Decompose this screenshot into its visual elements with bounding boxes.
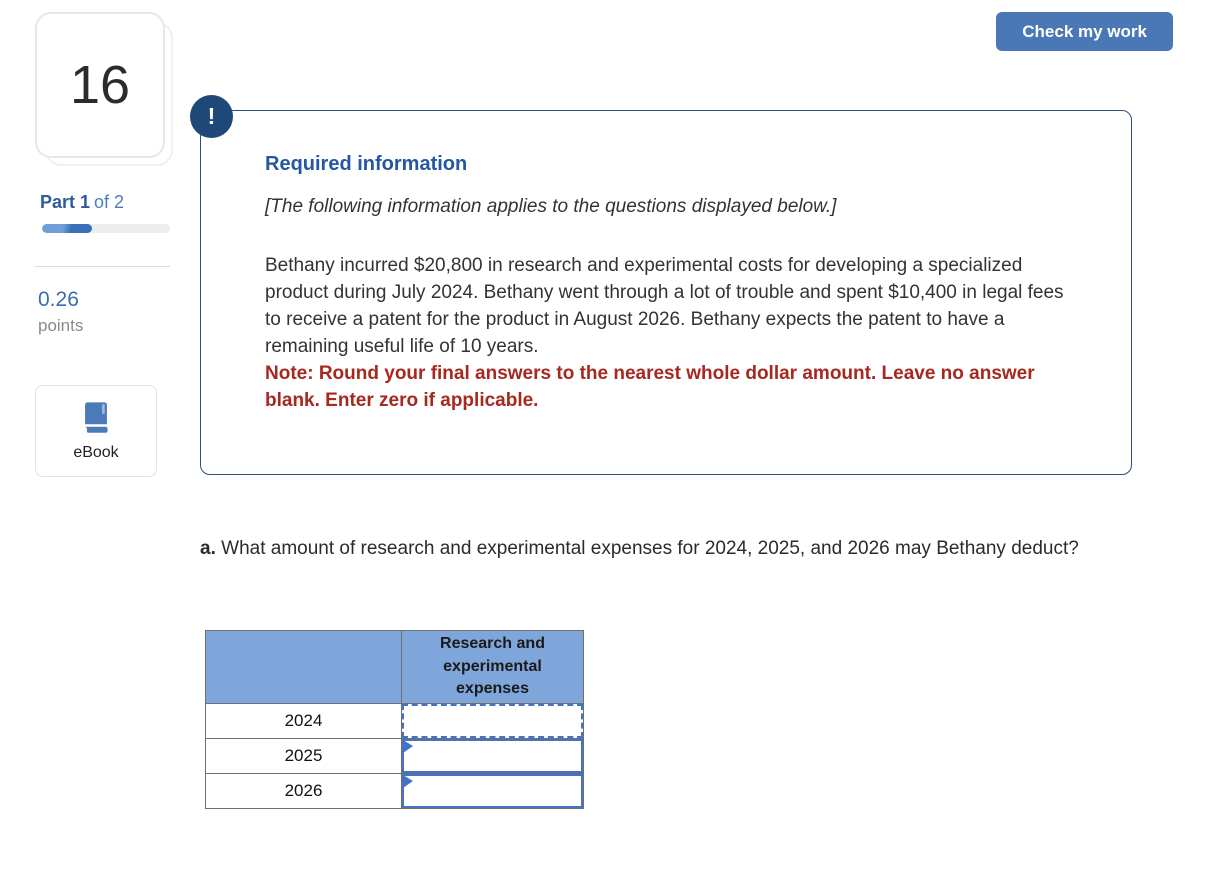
sidebar-divider <box>35 266 170 267</box>
ebook-icon <box>79 400 113 439</box>
required-information-box: Required information [The following info… <box>200 110 1132 475</box>
table-row: 2024 <box>205 703 584 740</box>
part-total: of 2 <box>94 192 125 212</box>
points-label: points <box>38 316 84 335</box>
answer-cell-2024 <box>401 703 584 740</box>
part-progress-fill <box>42 224 92 233</box>
question-a-body: What amount of research and experimental… <box>221 538 1079 559</box>
table-row: 2025 <box>205 738 584 775</box>
required-info-body: Bethany incurred $20,800 in research and… <box>265 255 1064 357</box>
part-indicator: Part 1 of 2 <box>40 192 124 213</box>
question-number-card: 16 <box>35 12 175 168</box>
answer-table: Research and experimental expenses 2024 … <box>205 629 584 810</box>
ebook-label: eBook <box>73 444 119 461</box>
answer-input-2024[interactable] <box>402 704 583 739</box>
ebook-button[interactable]: eBook <box>35 385 157 477</box>
alert-icon: ! <box>190 95 233 138</box>
year-label-2025: 2025 <box>205 738 402 775</box>
required-info-title: Required information <box>265 153 468 175</box>
answer-input-2025[interactable] <box>402 739 583 774</box>
required-info-lede: [The following information applies to th… <box>265 196 837 217</box>
table-header-row: Research and experimental expenses <box>205 629 584 705</box>
question-a-label: a. <box>200 538 216 559</box>
check-my-work-button[interactable]: Check my work <box>996 12 1173 51</box>
part-label: Part 1 <box>40 192 91 212</box>
assignment-page: Check my work 16 Part 1 of 2 0.26 points … <box>0 0 1226 896</box>
table-row: 2026 <box>205 773 584 810</box>
question-a-text: a. What amount of research and experimen… <box>200 535 1145 563</box>
answer-input-2026[interactable] <box>402 774 583 809</box>
year-label-2026: 2026 <box>205 773 402 810</box>
table-column-header: Research and experimental expenses <box>401 629 584 705</box>
answer-cell-2026 <box>401 773 584 810</box>
points-value: 0.26 <box>38 288 79 311</box>
year-label-2024: 2024 <box>205 703 402 740</box>
required-info-note: Note: Round your final answers to the ne… <box>265 363 1035 411</box>
answer-cell-2025 <box>401 738 584 775</box>
table-corner-cell <box>205 629 402 705</box>
question-number: 16 <box>35 12 165 158</box>
part-progress-bar <box>42 224 170 233</box>
